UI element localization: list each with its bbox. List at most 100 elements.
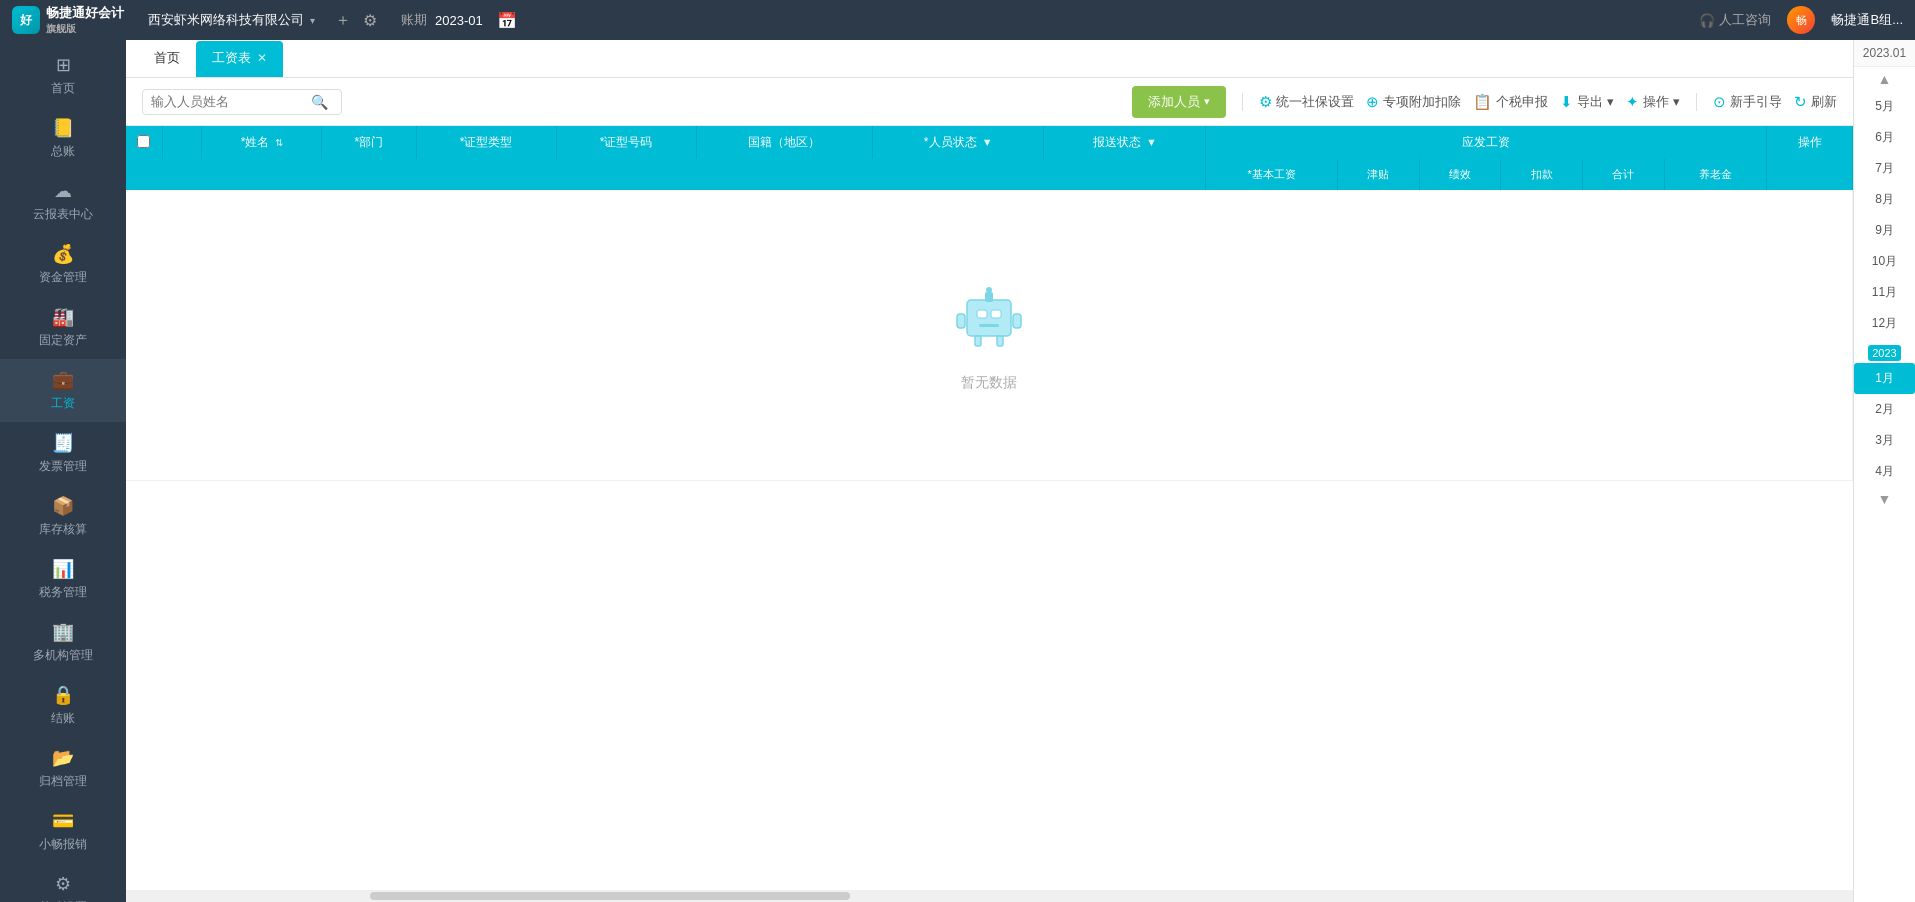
- sidebar: ⊞ 首页 📒 总账 ☁ 云报表中心 💰 资金管理 🏭 固定资产 💼 工资 🧾 发…: [0, 40, 126, 902]
- th-performance: 绩效: [1419, 159, 1501, 190]
- avatar: 畅: [1787, 6, 1815, 34]
- refresh-action[interactable]: ↻ 刷新: [1794, 93, 1837, 111]
- month-item-10[interactable]: 10月: [1854, 246, 1915, 277]
- svg-rect-4: [985, 292, 993, 302]
- sidebar-item-tax[interactable]: 📊 税务管理: [0, 548, 126, 611]
- special-deduct-action[interactable]: ⊕ 专项附加扣除: [1366, 93, 1461, 111]
- sidebar-label-funds: 资金管理: [39, 269, 87, 286]
- logo-icon: 好: [12, 6, 40, 34]
- year-badge-wrap: 2023: [1854, 339, 1915, 363]
- month-item-5[interactable]: 5月: [1854, 91, 1915, 122]
- sidebar-label-expense: 小畅报销: [39, 836, 87, 853]
- tab-bar: 首页 工资表 ✕: [126, 40, 1853, 78]
- tab-home-label: 首页: [154, 50, 180, 65]
- horizontal-scrollbar[interactable]: [126, 890, 1853, 902]
- sidebar-item-archive[interactable]: 📂 归档管理: [0, 737, 126, 800]
- add-person-button[interactable]: 添加人员 ▾: [1132, 86, 1226, 118]
- add-icon[interactable]: ＋: [335, 10, 351, 31]
- sidebar-item-multi-org[interactable]: 🏢 多机构管理: [0, 611, 126, 674]
- service-button[interactable]: 🎧 人工咨询: [1699, 11, 1771, 29]
- month-panel: 2023.01 ▲ 5月 6月 7月 8月 9月 10月 11月 12月 202…: [1853, 40, 1915, 902]
- calendar-icon[interactable]: 📅: [497, 11, 517, 30]
- company-name: 西安虾米网络科技有限公司: [148, 11, 304, 29]
- month-item-4[interactable]: 4月: [1854, 456, 1915, 487]
- month-item-2[interactable]: 2月: [1854, 394, 1915, 425]
- operations-arrow-icon: ▾: [1673, 94, 1680, 109]
- sidebar-label-archive: 归档管理: [39, 773, 87, 790]
- content-area: 首页 工资表 ✕ 🔍 添加人员 ▾ ⚙ 统一社保设置: [126, 40, 1853, 902]
- table-header-sub: *基本工资 津贴 绩效 扣款 合计 养老金: [126, 159, 1853, 190]
- sidebar-item-fixed-assets[interactable]: 🏭 固定资产: [0, 296, 126, 359]
- month-item-3[interactable]: 3月: [1854, 425, 1915, 456]
- sidebar-item-inventory[interactable]: 📦 库存核算: [0, 485, 126, 548]
- inventory-icon: 📦: [52, 495, 74, 517]
- month-scroll-up[interactable]: ▲: [1854, 67, 1915, 91]
- period-label: 账期: [401, 11, 427, 29]
- operations-action[interactable]: ✦ 操作 ▾: [1626, 93, 1680, 111]
- th-salary-group: 应发工资: [1206, 126, 1767, 159]
- app-name: 畅捷通好会计: [46, 5, 124, 20]
- sidebar-item-settings[interactable]: ⚙ 基础设置: [0, 863, 126, 902]
- month-item-9[interactable]: 9月: [1854, 215, 1915, 246]
- status-filter-icon[interactable]: ▼: [982, 136, 993, 148]
- tax-declare-action[interactable]: 📋 个税申报: [1473, 93, 1548, 111]
- sidebar-label-fixed-assets: 固定资产: [39, 332, 87, 349]
- month-item-8[interactable]: 8月: [1854, 184, 1915, 215]
- tab-payroll[interactable]: 工资表 ✕: [196, 41, 283, 77]
- sidebar-label-tax: 税务管理: [39, 584, 87, 601]
- operations-icon: ✦: [1626, 93, 1639, 111]
- social-security-action[interactable]: ⚙ 统一社保设置: [1259, 93, 1354, 111]
- th-subsidy: 津贴: [1337, 159, 1419, 190]
- payroll-table: *姓名 ⇅ *部门 *证型类型 *证型号码 国籍（地区） *人员状态 ▼ 报送状…: [126, 126, 1853, 481]
- payroll-icon: 💼: [52, 369, 74, 391]
- th-name: *姓名 ⇅: [202, 126, 322, 159]
- th-sub-empty: [126, 159, 1206, 190]
- month-item-12[interactable]: 12月: [1854, 308, 1915, 339]
- headset-icon: 🎧: [1699, 13, 1715, 28]
- refresh-icon: ↻: [1794, 93, 1807, 111]
- empty-text: 暂无数据: [961, 374, 1017, 392]
- sidebar-item-invoice[interactable]: 🧾 发票管理: [0, 422, 126, 485]
- tab-close-icon[interactable]: ✕: [257, 51, 267, 65]
- search-input[interactable]: [151, 94, 311, 109]
- sort-icon[interactable]: ⇅: [275, 137, 283, 148]
- sidebar-item-cloud-report[interactable]: ☁ 云报表中心: [0, 170, 126, 233]
- sidebar-item-funds[interactable]: 💰 资金管理: [0, 233, 126, 296]
- refresh-label: 刷新: [1811, 93, 1837, 111]
- close-period-icon: 🔒: [52, 684, 74, 706]
- sidebar-item-expense[interactable]: 💳 小畅报销: [0, 800, 126, 863]
- svg-rect-0: [967, 300, 1011, 336]
- sidebar-item-ledger[interactable]: 📒 总账: [0, 107, 126, 170]
- operations-label: 操作: [1643, 93, 1669, 111]
- sep2: [1696, 93, 1697, 111]
- th-name-label: *姓名: [241, 135, 270, 149]
- add-btn-arrow-icon: ▾: [1204, 95, 1210, 108]
- month-scroll-down[interactable]: ▼: [1854, 487, 1915, 511]
- header-right: 🎧 人工咨询 畅 畅捷通B组...: [1699, 6, 1903, 34]
- month-item-6[interactable]: 6月: [1854, 122, 1915, 153]
- new-guide-action[interactable]: ⊙ 新手引导: [1713, 93, 1782, 111]
- svg-point-5: [986, 287, 992, 293]
- empty-cell: 暂无数据: [126, 190, 1853, 481]
- sidebar-item-payroll[interactable]: 💼 工资: [0, 359, 126, 422]
- sidebar-item-close[interactable]: 🔒 结账: [0, 674, 126, 737]
- month-item-7[interactable]: 7月: [1854, 153, 1915, 184]
- settings-icon[interactable]: ⚙: [363, 11, 377, 30]
- export-action[interactable]: ⬇ 导出 ▾: [1560, 93, 1614, 111]
- logo-text-wrap: 畅捷通好会计 旗舰版: [46, 4, 124, 36]
- scroll-thumb[interactable]: [370, 892, 850, 900]
- ledger-icon: 📒: [52, 117, 74, 139]
- select-all-checkbox[interactable]: [137, 135, 150, 148]
- month-item-11[interactable]: 11月: [1854, 277, 1915, 308]
- fixed-assets-icon: 🏭: [52, 306, 74, 328]
- month-item-1[interactable]: 1月: [1854, 363, 1915, 394]
- tab-home[interactable]: 首页: [138, 41, 196, 77]
- company-selector[interactable]: 西安虾米网络科技有限公司 ▾: [148, 11, 315, 29]
- th-report-status: 报送状态 ▼: [1044, 126, 1206, 159]
- sidebar-item-home[interactable]: ⊞ 首页: [0, 44, 126, 107]
- service-label: 人工咨询: [1719, 11, 1771, 29]
- table-container: *姓名 ⇅ *部门 *证型类型 *证型号码 国籍（地区） *人员状态 ▼ 报送状…: [126, 126, 1853, 890]
- svg-rect-1: [977, 310, 987, 318]
- svg-rect-7: [1013, 314, 1021, 328]
- report-filter-icon[interactable]: ▼: [1146, 136, 1157, 148]
